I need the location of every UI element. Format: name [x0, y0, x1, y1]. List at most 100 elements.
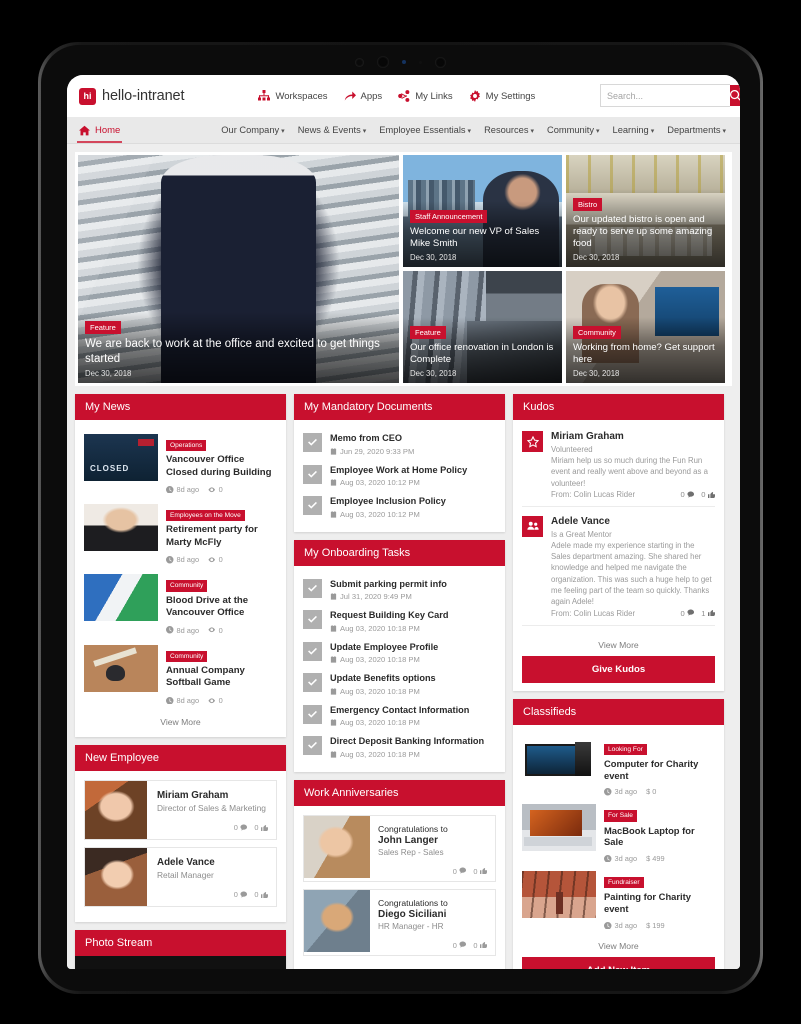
task-date: Aug 03, 2020 10:18 PM [330, 687, 436, 696]
card-my-news: My News Operations Vancouver Office Clos… [75, 394, 286, 737]
topnav-item-my-settings[interactable]: My Settings [469, 90, 536, 102]
clock-icon [604, 854, 612, 863]
news-title: Annual Company Softball Game [166, 664, 245, 689]
checkbox-checked[interactable] [303, 704, 322, 724]
list-item[interactable]: Operations Vancouver Office Closed durin… [84, 429, 277, 499]
hero-title: Working from home? Get support here [573, 342, 715, 366]
list-item[interactable]: Employee Inclusion Policy Aug 03, 2020 1… [303, 492, 496, 524]
nav-item-learning[interactable]: Learning ▾ [613, 125, 655, 135]
check-icon [308, 647, 317, 655]
list-item[interactable]: Adele Vance Retail Manager 0 0 [84, 846, 277, 907]
topnav-item-my-links[interactable]: My Links [398, 90, 453, 102]
checkbox-checked[interactable] [303, 578, 322, 598]
employee-name: John Langer [378, 834, 439, 846]
search-icon [730, 90, 740, 101]
list-item[interactable]: Looking For Computer for Charity event 3… [522, 734, 715, 801]
nav-item-employee-essentials[interactable]: Employee Essentials ▾ [379, 125, 471, 135]
give-kudos-button[interactable]: Give Kudos [522, 655, 715, 683]
checkbox-checked[interactable] [303, 464, 322, 484]
list-item[interactable]: Miriam Graham Volunteered Miriam help us… [522, 429, 715, 507]
list-item[interactable]: Fundraiser Painting for Charity event 3d… [522, 867, 715, 934]
time-meta: 3d ago [604, 921, 637, 930]
hero-tile-bistro[interactable]: Bistro Our updated bistro is open and re… [566, 155, 725, 267]
news-meta: 8d ago 0 [166, 555, 277, 564]
add-new-item-button[interactable]: Add New Item [522, 956, 715, 969]
card-photo-stream: Photo Stream [75, 929, 286, 969]
topnav-label: Apps [360, 90, 383, 102]
thumbs-up-icon [707, 491, 715, 498]
nav-item-resources[interactable]: Resources ▾ [484, 125, 534, 135]
nav-item-home[interactable]: Home [67, 117, 130, 143]
task-title: Update Benefits options [330, 673, 436, 683]
nav-menu-label: Resources [484, 125, 529, 135]
news-thumbnail [84, 434, 158, 481]
hero-tile-overlay: Staff Announcement Welcome our new VP of… [403, 201, 562, 267]
topnav-item-apps[interactable]: Apps [344, 90, 383, 102]
view-more-link[interactable]: View More [522, 934, 715, 953]
view-more-link[interactable]: View More [522, 633, 715, 652]
views-label: 0 [218, 625, 223, 635]
view-more-link[interactable]: View More [84, 710, 277, 729]
views-meta: 0 [208, 696, 223, 705]
list-item[interactable]: Congratulations to Diego Siciliani HR Ma… [303, 888, 496, 956]
list-item[interactable]: Employees on the Move Retirement party f… [84, 499, 277, 569]
hero-main-tile[interactable]: Feature We are back to work at the offic… [78, 155, 399, 383]
views-meta: 0 [208, 626, 223, 635]
top-navigation: Workspaces Apps My Links My Settings [258, 90, 535, 102]
topnav-item-workspaces[interactable]: Workspaces [258, 90, 328, 102]
search-button[interactable] [730, 85, 740, 106]
hero-tile-staff-announcement[interactable]: Staff Announcement Welcome our new VP of… [403, 155, 562, 267]
mandatory-documents-list: Memo from CEO Jun 29, 2020 9:33 PM Emplo… [294, 420, 505, 532]
column-right: Kudos Miriam Graham Volunteered Miriam h… [513, 394, 724, 969]
list-item[interactable]: Adele Vance Is a Great Mentor Adele made… [522, 514, 715, 626]
checkbox-checked[interactable] [303, 496, 322, 515]
calendar-icon [330, 656, 337, 663]
hero-tile-community[interactable]: Community Working from home? Get support… [566, 271, 725, 383]
checkbox-checked[interactable] [303, 673, 322, 692]
task-title: Update Employee Profile [330, 641, 439, 652]
list-item[interactable]: Employee Work at Home Policy Aug 03, 202… [303, 461, 496, 493]
brand-logo[interactable]: hi hello-intranet [79, 87, 185, 105]
nav-item-community[interactable]: Community ▾ [547, 125, 600, 135]
list-item[interactable]: Update Benefits options Aug 03, 2020 10:… [303, 669, 496, 701]
topnav-label: My Settings [485, 90, 536, 102]
list-item[interactable]: Direct Deposit Banking Information Aug 0… [303, 732, 496, 764]
hero-tile-feature-london[interactable]: Feature Our office renovation in London … [403, 271, 562, 383]
checkbox-checked[interactable] [303, 433, 322, 452]
thumbs-up-icon [707, 610, 715, 617]
list-item[interactable]: Memo from CEO Jun 29, 2020 9:33 PM [303, 429, 496, 461]
time-label: 8d ago [176, 695, 200, 705]
list-item[interactable]: For Sale MacBook Laptop for Sale 3d ago … [522, 800, 715, 867]
like-count: 0 [254, 823, 268, 832]
checkbox-checked[interactable] [303, 610, 322, 629]
brand-name: hello-intranet [102, 88, 185, 104]
document-date: Aug 03, 2020 10:12 PM [330, 510, 446, 519]
nav-menu-label: News & Events [297, 125, 361, 135]
kudos-subtitle: Is a Great Mentor [551, 529, 612, 539]
card-new-employee: New Employee Miriam Graham Director of S… [75, 744, 286, 922]
nav-item-departments[interactable]: Departments ▾ [667, 125, 726, 135]
views-label: 0 [218, 485, 223, 495]
kudos-subtitle: Volunteered [551, 445, 593, 454]
list-item[interactable]: Submit parking permit info Jul 31, 2020 … [303, 575, 496, 607]
chevron-down-icon: ▾ [281, 128, 285, 135]
list-item[interactable]: Emergency Contact Information Aug 03, 20… [303, 701, 496, 733]
list-item[interactable]: Community Blood Drive at the Vancouver O… [84, 569, 277, 639]
clock-icon [166, 485, 174, 494]
list-item[interactable]: Congratulations to John Langer Sales Rep… [303, 814, 496, 882]
list-item[interactable]: Community Annual Company Softball Game 8… [84, 640, 277, 710]
search-input[interactable] [601, 85, 730, 106]
news-meta: 8d ago 0 [166, 485, 277, 494]
nav-item-news-events[interactable]: News & Events ▾ [298, 125, 367, 135]
date-label: Jul 31, 2020 9:49 PM [340, 592, 412, 601]
list-item[interactable]: Miriam Graham Director of Sales & Market… [84, 779, 277, 840]
nav-item-our-company[interactable]: Our Company ▾ [221, 125, 284, 135]
views-meta: 0 [208, 485, 223, 494]
checkbox-checked[interactable] [303, 641, 322, 661]
task-title: Direct Deposit Banking Information [330, 736, 485, 746]
list-item[interactable]: Update Employee Profile Aug 03, 2020 10:… [303, 638, 496, 670]
card-title-new-employee: New Employee [75, 744, 286, 771]
checkbox-checked[interactable] [303, 736, 322, 755]
list-item[interactable]: Request Building Key Card Aug 03, 2020 1… [303, 606, 496, 638]
hero-tag: Community [573, 326, 621, 340]
